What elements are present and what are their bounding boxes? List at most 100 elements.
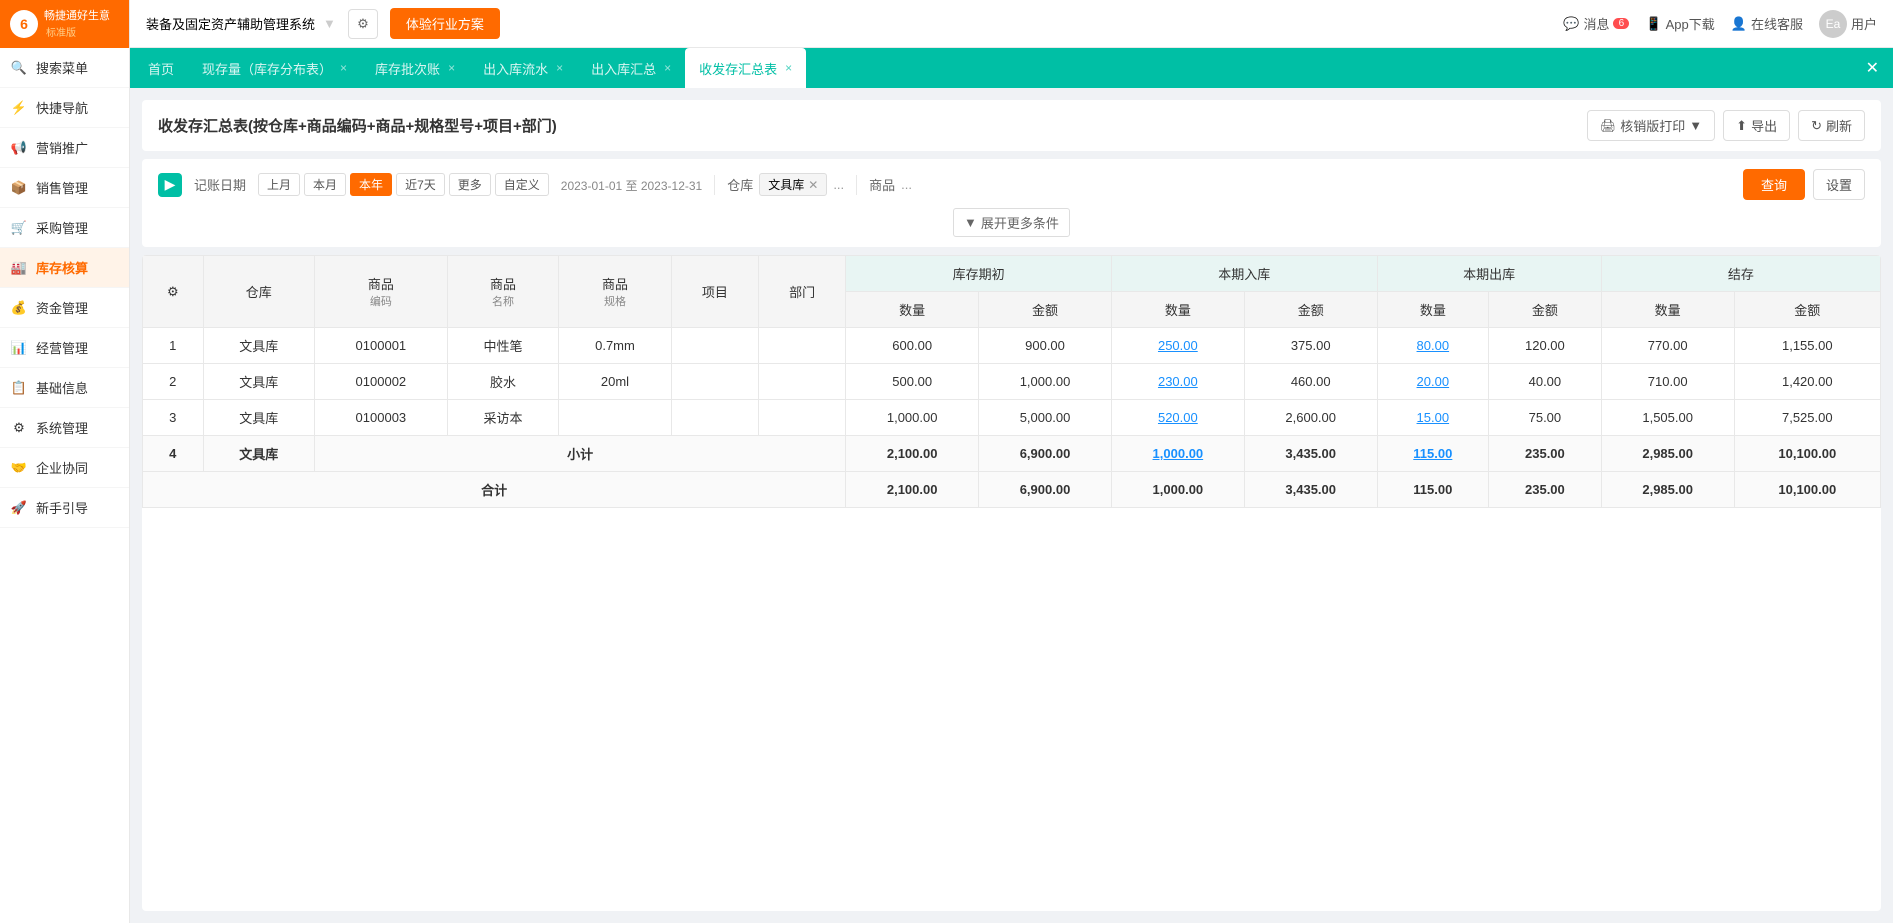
main-area: 装备及固定资产辅助管理系统 ▼ ⚙ 体验行业方案 💬 消息 6 📱 App下载 … [130,0,1893,923]
subtotal-out-amt: 235.00 [1489,436,1602,472]
sidebar-item-basic[interactable]: 📋 基础信息 [0,368,129,408]
online-service-btn[interactable]: 👤 在线客服 [1731,14,1803,33]
content-area: 收发存汇总表(按仓库+商品编码+商品+规格型号+项目+部门) 🖨 核销版打印 ▼… [130,88,1893,923]
filter-expand-arrow[interactable]: ▶ [158,173,182,197]
warehouse-label: 仓库 [727,175,753,194]
tab-close-recv-send-summary[interactable]: × [785,61,792,75]
table-row: 1 文具库 0100001 中性笔 0.7mm 600.00 900.00 25… [143,328,1881,364]
col-in-header: 本期入库 [1111,256,1377,292]
tab-close-inout-summary[interactable]: × [664,61,671,75]
date-btn-more[interactable]: 更多 [449,173,491,196]
tabbar-close-btn[interactable]: ✕ [1856,58,1889,78]
date-btn-custom[interactable]: 自定义 [495,173,549,196]
cell-out-qty-1[interactable]: 20.00 [1377,364,1488,400]
col-opening-qty-header: 数量 [846,292,979,328]
warehouse-more[interactable]: ... [833,177,844,192]
cell-opening-amt-2: 5,000.00 [979,400,1112,436]
cell-out-qty-2[interactable]: 15.00 [1377,400,1488,436]
tab-close-inout-flow[interactable]: × [556,61,563,75]
sidebar-item-inventory[interactable]: 🏭 库存核算 [0,248,129,288]
cell-in-amt-0: 375.00 [1244,328,1377,364]
col-in-qty-header: 数量 [1111,292,1244,328]
table-row: 2 文具库 0100002 胶水 20ml 500.00 1,000.00 23… [143,364,1881,400]
subtotal-in-qty[interactable]: 1,000.00 [1111,436,1244,472]
total-in-qty: 1,000.00 [1111,472,1244,508]
tab-label-recv-send-summary: 收发存汇总表 [699,59,777,78]
export-icon: ⬆ [1736,118,1747,134]
cell-in-qty-1[interactable]: 230.00 [1111,364,1244,400]
cell-code-0: 0100001 [314,328,447,364]
date-btn-this-month[interactable]: 本月 [304,173,346,196]
cell-warehouse-2: 文具库 [203,400,314,436]
sidebar-item-purchase[interactable]: 🛒 采购管理 [0,208,129,248]
expand-more-conditions[interactable]: ▼ 展开更多条件 [953,208,1070,237]
date-btn-prev-month[interactable]: 上月 [258,173,300,196]
tab-close-inventory-dist[interactable]: × [340,61,347,75]
guide-icon: 🚀 [10,500,28,516]
cell-in-qty-2[interactable]: 520.00 [1111,400,1244,436]
cell-in-amt-2: 2,600.00 [1244,400,1377,436]
sidebar-item-label-operation: 经营管理 [36,338,88,357]
sidebar-item-marketing[interactable]: 📢 营销推广 [0,128,129,168]
cell-warehouse-1: 文具库 [203,364,314,400]
goods-filter: 商品 ... [869,175,912,194]
cell-project-1 [671,364,758,400]
sidebar-item-system[interactable]: ⚙ 系统管理 [0,408,129,448]
user-btn[interactable]: Ea 用户 [1819,10,1877,38]
cell-out-qty-0[interactable]: 80.00 [1377,328,1488,364]
sidebar-item-finance[interactable]: 💰 资金管理 [0,288,129,328]
cell-closing-amt-0: 1,155.00 [1734,328,1880,364]
gear-button[interactable]: ⚙ [348,9,378,39]
tab-batch[interactable]: 库存批次账× [361,48,469,88]
tab-close-batch[interactable]: × [448,61,455,75]
sidebar-item-search[interactable]: 🔍 搜索菜单 [0,48,129,88]
sidebar-item-collab[interactable]: 🤝 企业协同 [0,448,129,488]
warehouse-tag[interactable]: 文具库 ✕ [759,173,827,196]
col-opening-amt-header: 金额 [979,292,1112,328]
export-btn[interactable]: ⬆ 导出 [1723,110,1790,141]
tab-label-inout-summary: 出入库汇总 [591,59,656,78]
cell-in-qty-0[interactable]: 250.00 [1111,328,1244,364]
export-label: 导出 [1751,116,1777,135]
warehouse-tag-close[interactable]: ✕ [808,178,818,192]
print-btn[interactable]: 🖨 核销版打印 ▼ [1587,110,1715,141]
tab-label-home: 首页 [148,59,174,78]
col-goods-spec-header: 商品规格 [559,256,672,328]
tab-inventory-dist[interactable]: 现存量（库存分布表） × [188,48,361,88]
sales-icon: 📦 [10,180,28,196]
date-btn-this-year[interactable]: 本年 [350,173,392,196]
tab-recv-send-summary[interactable]: 收发存汇总表 × [685,48,806,88]
message-btn[interactable]: 💬 消息 6 [1563,14,1629,33]
data-table: ⚙ 仓库 商品编码 商品名称 商品规格 项目 部门 库存期初 本期入库 本期出库… [142,255,1881,508]
quick-nav-icon: ⚡ [10,100,28,116]
sidebar-item-operation[interactable]: 📊 经营管理 [0,328,129,368]
col-settings-icon[interactable]: ⚙ [143,256,204,328]
query-btn[interactable]: 查询 [1743,169,1805,200]
cell-closing-qty-1: 710.00 [1601,364,1734,400]
tab-inout-flow[interactable]: 出入库流水× [469,48,577,88]
total-in-amt: 3,435.00 [1244,472,1377,508]
app-download-btn[interactable]: 📱 App下载 [1645,14,1714,33]
system-name-text: 装备及固定资产辅助管理系统 [146,14,315,33]
cell-spec-1: 20ml [559,364,672,400]
tab-label-inventory-dist: 现存量（库存分布表） [202,59,332,78]
sidebar-item-guide[interactable]: 🚀 新手引导 [0,488,129,528]
sidebar-item-sales[interactable]: 📦 销售管理 [0,168,129,208]
settings-btn[interactable]: 设置 [1813,169,1865,200]
table-row-subtotal: 4 文具库 小计 2,100.00 6,900.00 1,000.00 3,43… [143,436,1881,472]
sidebar-item-quick-nav[interactable]: ⚡ 快捷导航 [0,88,129,128]
subtotal-out-qty[interactable]: 115.00 [1377,436,1488,472]
filter-divider [714,175,715,195]
cell-code-1: 0100002 [314,364,447,400]
goods-more[interactable]: ... [901,177,912,192]
date-btn-7days[interactable]: 近7天 [396,173,445,196]
refresh-btn[interactable]: ↻ 刷新 [1798,110,1865,141]
tab-home[interactable]: 首页 [134,48,188,88]
sidebar-item-label-purchase: 采购管理 [36,218,88,237]
experience-btn[interactable]: 体验行业方案 [390,8,500,39]
tabbar: 首页现存量（库存分布表）×库存批次账×出入库流水×出入库汇总×收发存汇总表× ✕ [130,48,1893,88]
sidebar-logo: 6 畅捷通好生意 标准版 [0,0,129,48]
sidebar-item-label-finance: 资金管理 [36,298,88,317]
tab-inout-summary[interactable]: 出入库汇总 × [577,48,685,88]
col-out-header: 本期出库 [1377,256,1601,292]
